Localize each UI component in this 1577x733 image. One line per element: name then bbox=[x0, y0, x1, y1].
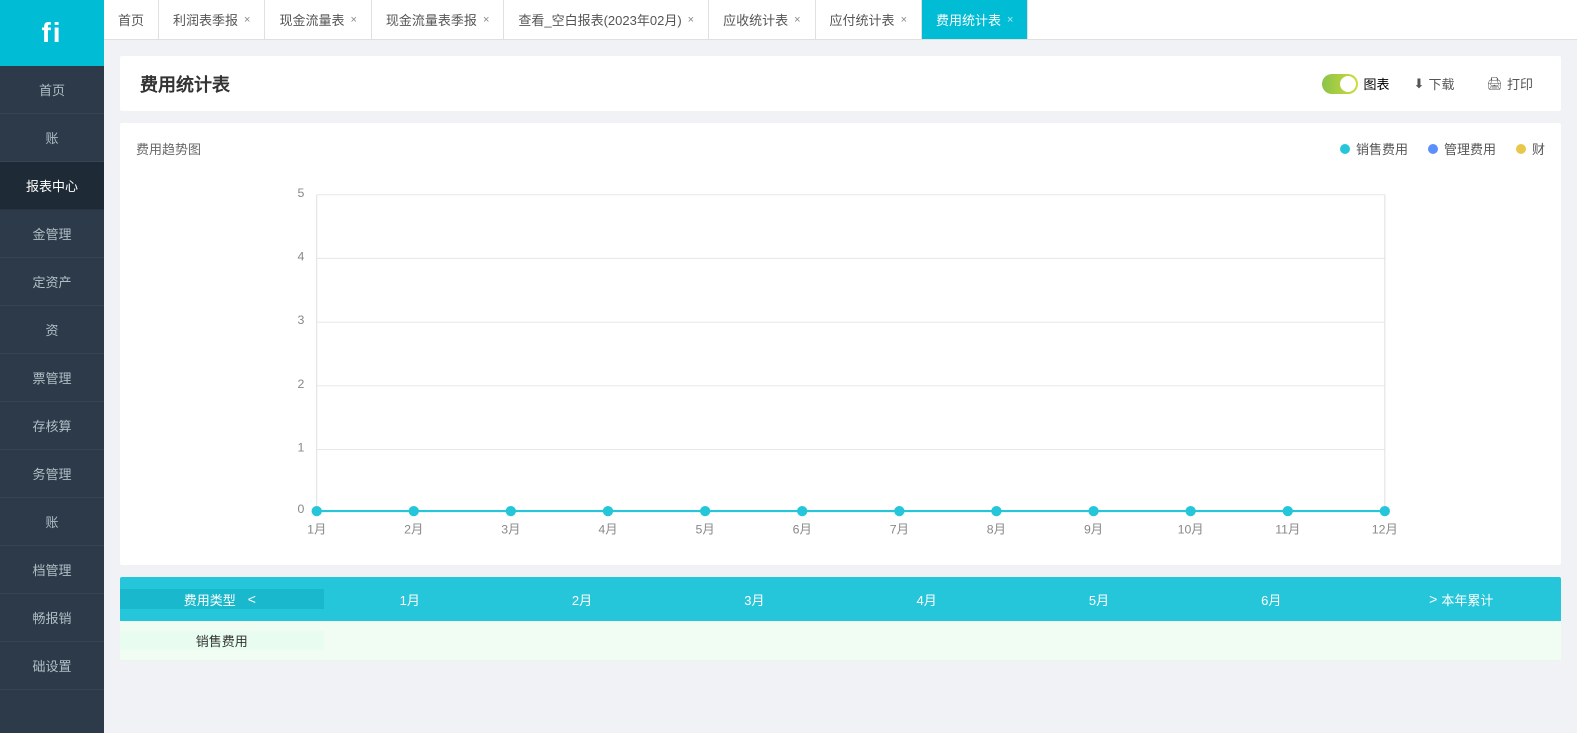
tab-close-cashflow-quarterly[interactable]: × bbox=[483, 14, 489, 26]
sidebar-item-invoice[interactable]: 票管理 bbox=[0, 354, 104, 402]
legend-financial: 财 bbox=[1516, 139, 1545, 158]
chart-legend: 销售费用 管理费用 财 bbox=[1340, 139, 1545, 158]
sidebar-item-archive[interactable]: 档管理 bbox=[0, 546, 104, 594]
chart-toggle-wrap: 图表 bbox=[1322, 74, 1390, 94]
tab-cashflow-quarterly[interactable]: 现金流量表季报 × bbox=[372, 0, 504, 39]
svg-text:5: 5 bbox=[298, 186, 305, 200]
svg-text:9月: 9月 bbox=[1084, 523, 1103, 537]
legend-label-sales: 销售费用 bbox=[1356, 139, 1408, 158]
th-month2: 2月 bbox=[496, 590, 668, 609]
chart-container: 5 4 3 2 1 0 bbox=[136, 166, 1545, 549]
svg-text:0: 0 bbox=[298, 502, 305, 516]
svg-text:3: 3 bbox=[298, 313, 305, 327]
sidebar-item-capital[interactable]: 资 bbox=[0, 306, 104, 354]
chart-toggle[interactable] bbox=[1322, 74, 1358, 94]
table-row: 销售费用 bbox=[120, 621, 1561, 661]
page-header: 费用统计表 图表 ⬇ 下载 🖨 打印 bbox=[120, 56, 1561, 111]
sidebar-item-expense[interactable]: 畅报销 bbox=[0, 594, 104, 642]
svg-text:5月: 5月 bbox=[696, 523, 715, 537]
th-month5: 5月 bbox=[1013, 590, 1185, 609]
tab-cashflow[interactable]: 现金流量表 × bbox=[265, 0, 371, 39]
svg-text:7月: 7月 bbox=[890, 523, 909, 537]
sidebar-item-settings[interactable]: 础设置 bbox=[0, 642, 104, 690]
tab-close-cashflow[interactable]: × bbox=[350, 14, 356, 26]
page-title: 费用统计表 bbox=[140, 71, 230, 97]
download-button[interactable]: ⬇ 下载 bbox=[1406, 70, 1463, 97]
td-type-sales: 销售费用 bbox=[120, 631, 324, 650]
th-month3: 3月 bbox=[668, 590, 840, 609]
print-button[interactable]: 🖨 打印 bbox=[1478, 70, 1541, 97]
tab-close-payable[interactable]: × bbox=[901, 14, 907, 26]
th-nav-next: > 本年累计 bbox=[1357, 589, 1561, 609]
th-type: 费用类型 < bbox=[120, 589, 324, 609]
svg-text:11月: 11月 bbox=[1275, 523, 1300, 537]
svg-text:1: 1 bbox=[298, 441, 305, 455]
legend-label-financial: 财 bbox=[1532, 139, 1545, 158]
th-month6: 6月 bbox=[1185, 590, 1357, 609]
tab-close-receivable[interactable]: × bbox=[794, 14, 800, 26]
svg-text:10月: 10月 bbox=[1178, 523, 1204, 537]
svg-text:4月: 4月 bbox=[598, 523, 617, 537]
table-nav-next-icon[interactable]: > bbox=[1425, 589, 1441, 609]
tab-payable[interactable]: 应付统计表 × bbox=[816, 0, 922, 39]
legend-admin: 管理费用 bbox=[1428, 139, 1496, 158]
sidebar-item-account[interactable]: 账 bbox=[0, 114, 104, 162]
tab-expense[interactable]: 费用统计表 × bbox=[922, 0, 1028, 39]
th-type-label: 费用类型 bbox=[184, 590, 236, 609]
data-table: 费用类型 < 1月 2月 3月 4月 5月 bbox=[120, 577, 1561, 661]
chart-card: 费用趋势图 销售费用 管理费用 财 bbox=[120, 123, 1561, 565]
legend-dot-financial bbox=[1516, 144, 1526, 154]
th-month4: 4月 bbox=[841, 590, 1013, 609]
chart-title: 费用趋势图 bbox=[136, 139, 201, 158]
table-nav-prev[interactable]: < bbox=[244, 589, 260, 609]
tab-blank-report[interactable]: 查看_空白报表(2023年02月) × bbox=[504, 0, 709, 39]
trend-chart: 5 4 3 2 1 0 bbox=[136, 166, 1545, 546]
content-area: 费用统计表 图表 ⬇ 下载 🖨 打印 费用趋势图 bbox=[104, 40, 1577, 733]
sidebar-item-assets[interactable]: 定资产 bbox=[0, 258, 104, 306]
header-actions: 图表 ⬇ 下载 🖨 打印 bbox=[1322, 70, 1541, 97]
svg-text:2月: 2月 bbox=[404, 523, 423, 537]
legend-dot-sales bbox=[1340, 144, 1350, 154]
sidebar-item-reports[interactable]: 报表中心 bbox=[0, 162, 104, 210]
tab-close-expense[interactable]: × bbox=[1007, 14, 1013, 26]
sidebar-item-finance[interactable]: 金管理 bbox=[0, 210, 104, 258]
tab-profit-quarterly[interactable]: 利润表季报 × bbox=[159, 0, 265, 39]
svg-text:8月: 8月 bbox=[987, 523, 1006, 537]
legend-label-admin: 管理费用 bbox=[1444, 139, 1496, 158]
tab-close-blank-report[interactable]: × bbox=[688, 14, 694, 26]
legend-sales: 销售费用 bbox=[1340, 139, 1408, 158]
svg-text:4: 4 bbox=[298, 249, 305, 263]
sidebar-item-inventory[interactable]: 存核算 bbox=[0, 402, 104, 450]
tab-home[interactable]: 首页 bbox=[104, 0, 159, 39]
sidebar-logo: fi bbox=[0, 0, 104, 66]
chart-toggle-label: 图表 bbox=[1364, 74, 1390, 93]
main-area: 首页 利润表季报 × 现金流量表 × 现金流量表季报 × 查看_空白报表(202… bbox=[104, 0, 1577, 733]
svg-text:2: 2 bbox=[298, 377, 305, 391]
sidebar-item-ledger[interactable]: 账 bbox=[0, 498, 104, 546]
sidebar: fi 首页 账 报表中心 金管理 定资产 资 票管理 存核算 务管理 账 档管理… bbox=[0, 0, 104, 733]
svg-text:6月: 6月 bbox=[793, 523, 812, 537]
download-icon: ⬇ bbox=[1414, 76, 1425, 92]
th-month1: 1月 bbox=[324, 590, 496, 609]
legend-dot-admin bbox=[1428, 144, 1438, 154]
th-ytd: 本年累计 bbox=[1441, 590, 1493, 609]
chart-header: 费用趋势图 销售费用 管理费用 财 bbox=[136, 139, 1545, 158]
tab-bar: 首页 利润表季报 × 现金流量表 × 现金流量表季报 × 查看_空白报表(202… bbox=[104, 0, 1577, 40]
svg-text:12月: 12月 bbox=[1372, 523, 1398, 537]
tab-receivable[interactable]: 应收统计表 × bbox=[709, 0, 815, 39]
table-header-row: 费用类型 < 1月 2月 3月 4月 5月 bbox=[120, 577, 1561, 621]
svg-text:3月: 3月 bbox=[501, 523, 520, 537]
print-icon: 🖨 bbox=[1486, 76, 1503, 92]
svg-text:1月: 1月 bbox=[307, 523, 326, 537]
sidebar-item-home[interactable]: 首页 bbox=[0, 66, 104, 114]
tab-close-profit-quarterly[interactable]: × bbox=[244, 14, 250, 26]
sidebar-item-service[interactable]: 务管理 bbox=[0, 450, 104, 498]
